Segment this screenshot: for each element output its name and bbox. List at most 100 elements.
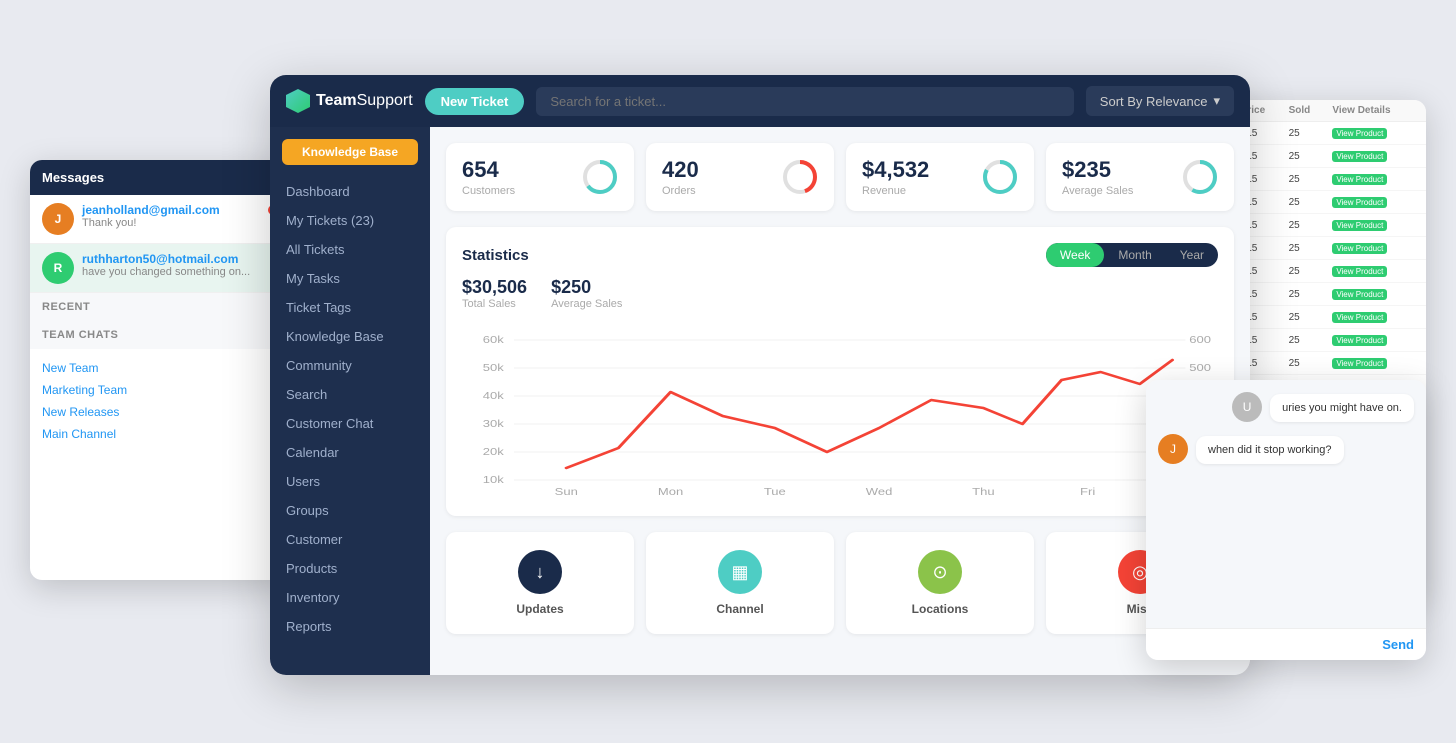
time-tab-month[interactable]: Month [1104, 243, 1165, 267]
sidebar: Knowledge Base Dashboard My Tickets (23)… [270, 127, 430, 675]
chat-input[interactable] [1158, 638, 1374, 652]
orders-label: Orders [662, 185, 699, 197]
revenue-donut-chart [982, 159, 1018, 195]
new-ticket-button[interactable]: New Ticket [425, 88, 525, 115]
avatar: J [42, 203, 74, 235]
chart-svg: 60k 50k 40k 30k 20k 10k 600 500 400 300 … [462, 320, 1218, 500]
sidebar-item-users[interactable]: Users [270, 467, 430, 496]
avg-sales-value: $235 [1062, 157, 1133, 183]
recent-section-header: RECENT ▲ [30, 293, 290, 321]
locations-card[interactable]: ⊙ Locations [846, 532, 1034, 634]
view-product-button[interactable]: View Product [1332, 151, 1387, 162]
orders-donut-chart [782, 159, 818, 195]
right-chat-panel: uries you might have on. U J when did it… [1146, 380, 1426, 660]
locations-icon: ⊙ [918, 550, 962, 594]
sidebar-item-products[interactable]: Products [270, 554, 430, 583]
send-button[interactable]: Send [1382, 637, 1414, 652]
team-chat-item[interactable]: New Releases [42, 401, 278, 423]
top-navigation: TeamSupport New Ticket Sort By Relevance… [270, 75, 1250, 127]
sort-button[interactable]: Sort By Relevance ▾ [1086, 86, 1234, 116]
sales-chart: 60k 50k 40k 30k 20k 10k 600 500 400 300 … [462, 320, 1218, 500]
sidebar-item-customer-chat[interactable]: Customer Chat [270, 409, 430, 438]
sidebar-item-customer[interactable]: Customer [270, 525, 430, 554]
recent-label: RECENT [42, 301, 90, 313]
sort-label: Sort By Relevance [1100, 94, 1208, 109]
stat-card-avg-sales: $235 Average Sales [1046, 143, 1234, 211]
col-sold: Sold [1285, 100, 1329, 122]
channel-card[interactable]: ▦ Channel [646, 532, 834, 634]
chat-user-name: ruthharton50@hotmail.com [82, 252, 278, 266]
updates-label: Updates [516, 602, 563, 616]
message-row: J when did it stop working? [1158, 434, 1414, 464]
team-chat-item[interactable]: Main Channel [42, 423, 278, 445]
sidebar-item-groups[interactable]: Groups [270, 496, 430, 525]
svg-text:500: 500 [1189, 362, 1211, 373]
team-chats-list: New Team Marketing Team New Releases Mai… [30, 349, 290, 453]
app-logo: TeamSupport [286, 89, 413, 113]
stat-card-revenue: $4,532 Revenue [846, 143, 1034, 211]
customers-label: Customers [462, 185, 515, 197]
view-product-button[interactable]: View Product [1332, 289, 1387, 300]
chat-input-row: Send [1146, 628, 1426, 660]
chat-item[interactable]: J jeanholland@gmail.com Thank you! [30, 195, 290, 244]
view-product-button[interactable]: View Product [1332, 128, 1387, 139]
sidebar-item-my-tasks[interactable]: My Tasks [270, 264, 430, 293]
chat-panel-header: Messages [30, 160, 290, 195]
sidebar-item-community[interactable]: Community [270, 351, 430, 380]
sidebar-item-search[interactable]: Search [270, 380, 430, 409]
team-chats-label: TEAM CHATS [42, 329, 118, 341]
view-product-button[interactable]: View Product [1332, 266, 1387, 277]
svg-text:Sun: Sun [555, 486, 578, 497]
view-product-button[interactable]: View Product [1332, 243, 1387, 254]
avatar: U [1232, 392, 1262, 422]
sidebar-item-ticket-tags[interactable]: Ticket Tags [270, 293, 430, 322]
view-product-button[interactable]: View Product [1332, 174, 1387, 185]
time-tabs: Week Month Year [1046, 243, 1218, 267]
sidebar-item-reports[interactable]: Reports [270, 612, 430, 641]
sidebar-item-knowledge-base[interactable]: Knowledge Base [270, 322, 430, 351]
sidebar-item-calendar[interactable]: Calendar [270, 438, 430, 467]
team-chat-item[interactable]: New Team [42, 357, 278, 379]
logo-icon [286, 89, 310, 113]
team-chats-section-header[interactable]: TEAM CHATS ▼ [30, 321, 290, 349]
time-tab-year[interactable]: Year [1166, 243, 1218, 267]
statistics-section: Statistics Week Month Year $30,506 Total… [446, 227, 1234, 516]
avg-sales-chart-value: $250 [551, 277, 622, 298]
svg-text:60k: 60k [483, 334, 504, 345]
total-sales-label: Total Sales [462, 298, 527, 310]
customers-value: 654 [462, 157, 515, 183]
bottom-icon-cards: ↓ Updates ▦ Channel ⊙ Locations [446, 532, 1234, 634]
svg-text:50k: 50k [483, 362, 504, 373]
updates-card[interactable]: ↓ Updates [446, 532, 634, 634]
view-product-button[interactable]: View Product [1332, 358, 1387, 369]
ticket-search-input[interactable] [536, 87, 1073, 116]
chat-user-name: jeanholland@gmail.com [82, 203, 260, 217]
view-product-button[interactable]: View Product [1332, 197, 1387, 208]
customers-donut-chart [582, 159, 618, 195]
chat-user-msg: have you changed something on... [82, 266, 278, 278]
stat-card-orders: 420 Orders [646, 143, 834, 211]
app-body: Knowledge Base Dashboard My Tickets (23)… [270, 127, 1250, 675]
view-product-button[interactable]: View Product [1332, 220, 1387, 231]
svg-text:Tue: Tue [764, 486, 786, 497]
team-chat-item[interactable]: Marketing Team [42, 379, 278, 401]
message-bubble: uries you might have on. [1270, 394, 1414, 422]
chat-panel-title: Messages [42, 170, 104, 185]
svg-text:600: 600 [1189, 334, 1211, 345]
time-tab-week[interactable]: Week [1046, 243, 1104, 267]
channel-icon: ▦ [718, 550, 762, 594]
svg-text:Fri: Fri [1080, 486, 1095, 497]
chat-item[interactable]: R ruthharton50@hotmail.com have you chan… [30, 244, 290, 293]
view-product-button[interactable]: View Product [1332, 312, 1387, 323]
main-content: 654 Customers 420 Orders [430, 127, 1250, 675]
sidebar-item-inventory[interactable]: Inventory [270, 583, 430, 612]
sidebar-item-my-tickets[interactable]: My Tickets (23) [270, 206, 430, 235]
svg-text:40k: 40k [483, 390, 504, 401]
sidebar-item-dashboard[interactable]: Dashboard [270, 177, 430, 206]
avatar: R [42, 252, 74, 284]
logo-text: TeamSupport [316, 92, 413, 110]
view-product-button[interactable]: View Product [1332, 335, 1387, 346]
sidebar-item-all-tickets[interactable]: All Tickets [270, 235, 430, 264]
avg-sales-chart-label: Average Sales [551, 298, 622, 310]
knowledge-base-badge[interactable]: Knowledge Base [282, 139, 418, 165]
